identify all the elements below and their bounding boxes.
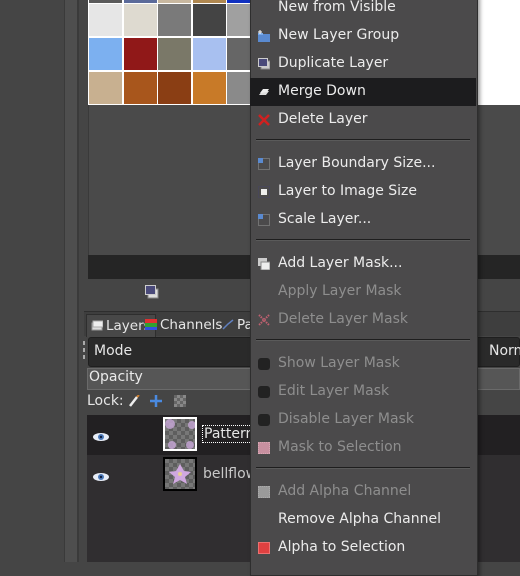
menu-item-label: Apply Layer Mask (278, 283, 402, 299)
menu-item-label: Alpha to Selection (278, 539, 406, 555)
pattern-swatch[interactable] (89, 4, 122, 36)
menu-item-label: Add Layer Mask... (278, 255, 403, 271)
menu-item-delete-layer[interactable]: Delete Layer (250, 106, 476, 134)
menu-item-add-alpha-channel[interactable]: Add Alpha Channel (250, 478, 476, 506)
dock-separator[interactable] (64, 0, 78, 562)
menu-item-delete-layer-mask[interactable]: Delete Layer Mask (250, 306, 476, 334)
menu-item-label: Add Alpha Channel (278, 483, 412, 499)
checkbox-icon (258, 414, 270, 426)
layer-to-image-icon (258, 186, 270, 198)
boundary-size-icon (258, 158, 270, 170)
pattern-swatch[interactable] (158, 38, 191, 70)
channels-icon (145, 315, 157, 330)
menu-item-label: Mask to Selection (278, 439, 402, 455)
delete-icon (258, 114, 270, 126)
menu-item-label: Remove Alpha Channel (278, 511, 441, 527)
tab-channels[interactable]: Channels (145, 314, 222, 336)
merge-down-icon (258, 86, 270, 98)
pattern-swatch[interactable] (123, 72, 157, 104)
menu-item-label: Layer to Image Size (278, 183, 418, 199)
pattern-swatch[interactable] (192, 38, 226, 70)
menu-item-alpha-to-selection[interactable]: Alpha to Selection (250, 534, 476, 562)
menu-item-new-from-visible[interactable]: New from Visible (250, 0, 476, 22)
layer-thumbnail[interactable] (163, 457, 197, 491)
add-alpha-icon (257, 485, 271, 499)
pattern-swatch[interactable] (158, 0, 191, 3)
menu-separator (256, 339, 470, 341)
alpha-selection-icon (258, 542, 270, 554)
pattern-swatch[interactable] (158, 4, 191, 36)
layer-thumbnail[interactable] (163, 417, 197, 451)
duplicate-pattern-icon[interactable] (145, 285, 159, 299)
pattern-swatch[interactable] (158, 72, 191, 104)
menu-item-label: Show Layer Mask (278, 355, 400, 371)
pattern-swatch[interactable] (123, 38, 157, 70)
menu-item-layer-to-image-size[interactable]: Layer to Image Size (250, 178, 476, 206)
menu-item-new-layer-group[interactable]: New Layer Group (250, 22, 476, 50)
visibility-eye-icon[interactable] (92, 430, 110, 441)
menu-item-disable-layer-mask[interactable]: Disable Layer Mask (250, 406, 476, 434)
menu-item-layer-boundary-size[interactable]: Layer Boundary Size... (250, 150, 476, 178)
visibility-eye-icon[interactable] (92, 470, 110, 481)
pattern-swatch[interactable] (123, 0, 157, 3)
menu-item-label: Disable Layer Mask (278, 411, 414, 427)
menu-separator (256, 239, 470, 241)
lock-alpha-icon[interactable] (174, 395, 186, 407)
delete-mask-icon (258, 314, 270, 326)
menu-item-label: Merge Down (278, 83, 366, 99)
pattern-swatch[interactable] (89, 0, 122, 3)
pattern-swatch[interactable] (89, 38, 122, 70)
menu-item-label: Scale Layer... (278, 211, 372, 227)
menu-item-duplicate-layer[interactable]: Duplicate Layer (250, 50, 476, 78)
layer-name[interactable]: bellflow (203, 466, 257, 482)
menu-item-show-layer-mask[interactable]: Show Layer Mask (250, 350, 476, 378)
pattern-swatch[interactable] (89, 72, 122, 104)
menu-item-remove-alpha-channel[interactable]: Remove Alpha Channel (250, 506, 476, 534)
menu-item-edit-layer-mask[interactable]: Edit Layer Mask (250, 378, 476, 406)
menu-item-add-layer-mask[interactable]: Add Layer Mask... (250, 250, 476, 278)
menu-item-label: New from Visible (278, 0, 396, 15)
opacity-label: Opacity (89, 369, 143, 385)
lock-pixels-icon[interactable] (128, 394, 140, 407)
tab-label: Channels (160, 317, 223, 333)
mask-selection-icon (257, 441, 271, 455)
mode-value[interactable]: Norm (489, 343, 520, 359)
menu-item-mask-to-selection[interactable]: Mask to Selection (250, 434, 476, 462)
scale-layer-icon (258, 214, 270, 226)
menu-item-apply-layer-mask[interactable]: Apply Layer Mask (250, 278, 476, 306)
menu-item-label: Layer Boundary Size... (278, 155, 436, 171)
dock-grip-handle[interactable] (82, 340, 86, 360)
folder-new-icon (258, 30, 270, 42)
add-mask-icon (258, 258, 271, 271)
layer-name[interactable]: Pattern (201, 425, 257, 443)
tab-label: Layers (106, 318, 151, 334)
menu-item-merge-down[interactable]: Merge Down (250, 78, 476, 106)
menu-separator (256, 139, 470, 141)
canvas-area (0, 0, 64, 562)
menu-item-label: Delete Layer (278, 111, 368, 127)
menu-separator (256, 467, 470, 469)
menu-item-label: Duplicate Layer (278, 55, 389, 71)
menu-item-label: New Layer Group (278, 27, 400, 43)
menu-item-scale-layer[interactable]: Scale Layer... (250, 206, 476, 234)
checkbox-icon (258, 386, 270, 398)
lock-position-icon[interactable] (150, 395, 162, 407)
pattern-swatch[interactable] (192, 0, 226, 3)
menu-item-label: Delete Layer Mask (278, 311, 408, 327)
layers-icon (91, 316, 104, 331)
pattern-swatch[interactable] (192, 4, 226, 36)
mode-label: Mode (94, 343, 133, 359)
paths-icon (222, 315, 234, 330)
duplicate-icon (258, 58, 271, 70)
tab-paths[interactable]: Pa (222, 314, 253, 336)
checkbox-icon (258, 358, 270, 370)
pattern-swatch[interactable] (192, 72, 226, 104)
lock-label: Lock: (87, 393, 124, 409)
menu-item-label: Edit Layer Mask (278, 383, 390, 399)
pattern-swatch[interactable] (123, 4, 157, 36)
